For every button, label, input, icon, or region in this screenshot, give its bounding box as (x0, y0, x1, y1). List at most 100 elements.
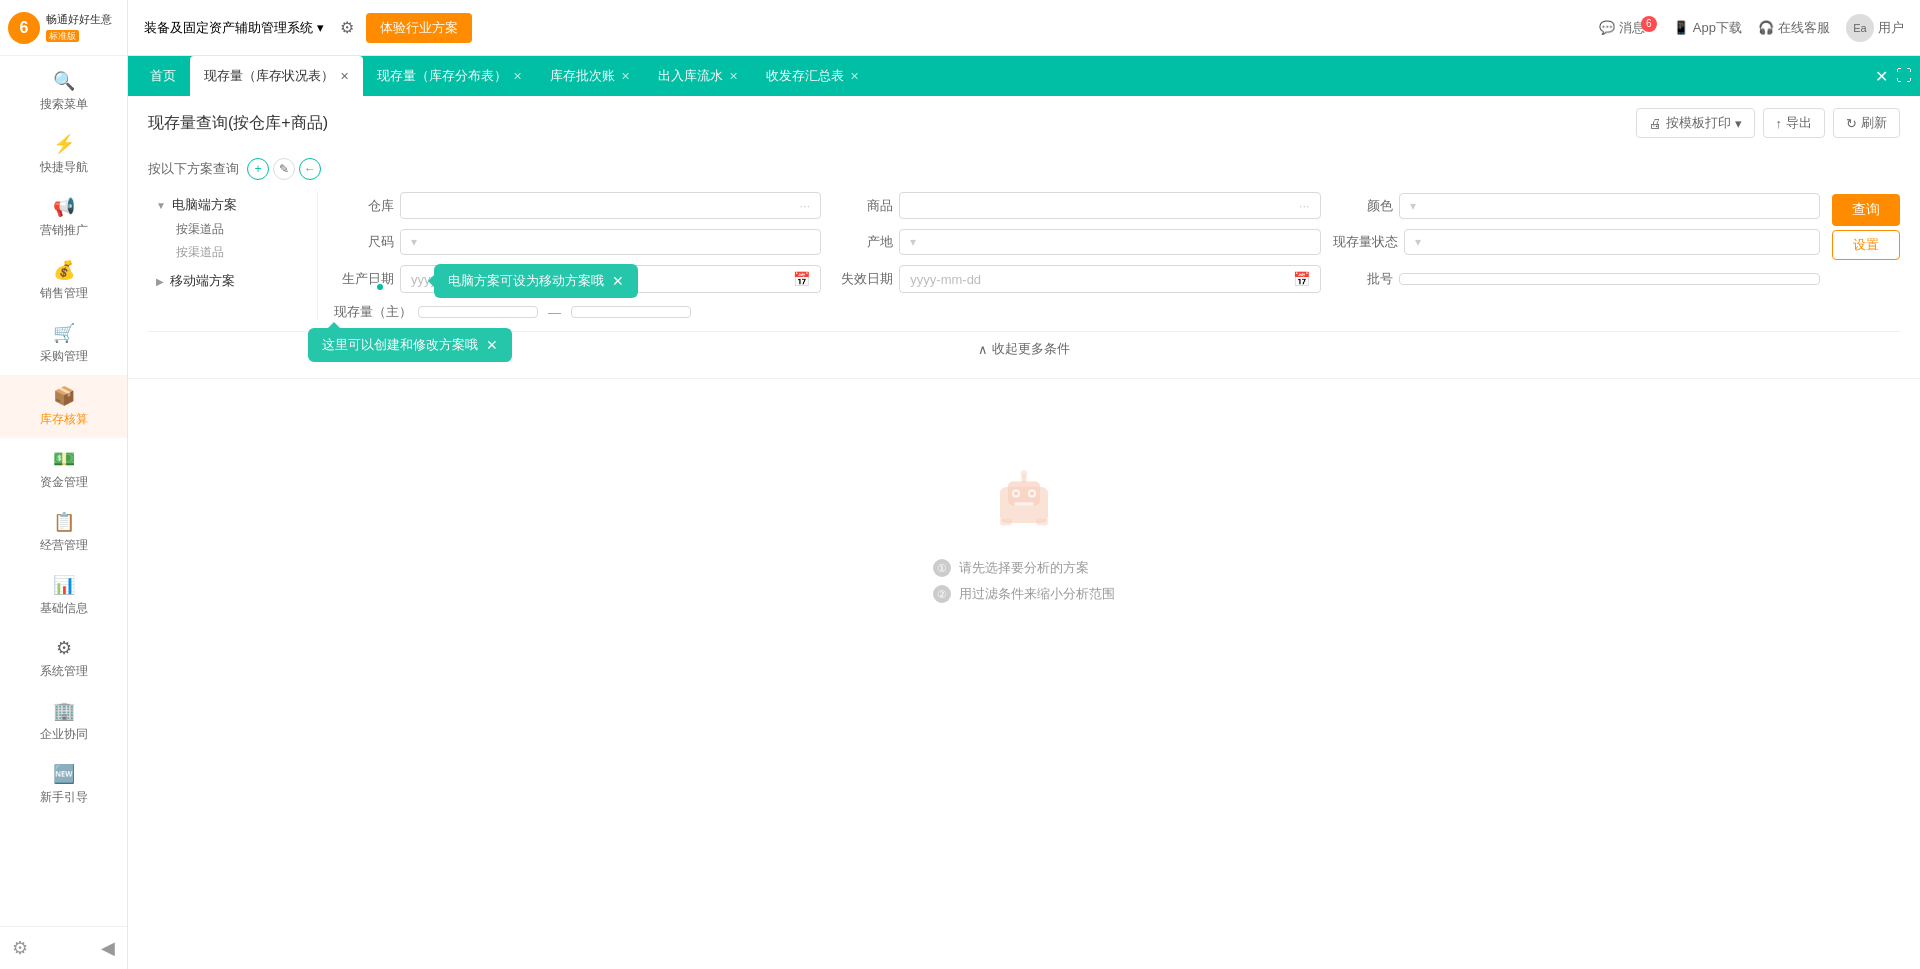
sidebar-item-sales[interactable]: 💰 销售管理 (0, 249, 127, 312)
desktop-scheme-label: 电脑端方案 (172, 196, 237, 214)
inventory-icon: 📦 (53, 385, 75, 407)
print-btn[interactable]: 🖨 按模板打印 ▾ (1636, 108, 1755, 138)
size-select[interactable]: ▾ (400, 229, 821, 255)
tooltip-create-text: 这里可以创建和修改方案哦 (322, 336, 478, 354)
filter-field-batch: 批号 (1333, 270, 1820, 288)
desktop-scheme-header[interactable]: ▼ 电脑端方案 (148, 192, 309, 218)
tab-inventory-dist-close[interactable]: ✕ (513, 70, 522, 83)
filter-header-icons: + ✎ ← (247, 158, 321, 180)
collapse-sidebar-icon[interactable]: ◀ (101, 937, 115, 959)
quick-nav-icon: ⚡ (53, 133, 75, 155)
arrow-left-btn[interactable]: ← (299, 158, 321, 180)
svg-point-10 (1021, 470, 1027, 476)
filter-fields: 仓库 ··· 商品 ··· (334, 192, 1820, 321)
sidebar-item-inventory[interactable]: 📦 库存核算 (0, 375, 127, 438)
tab-expand-icon[interactable]: ⛶ (1896, 67, 1912, 85)
tooltip-create-close[interactable]: ✕ (486, 338, 498, 352)
user-item[interactable]: Ea 用户 (1846, 14, 1904, 42)
scheme-item-channel[interactable]: 按渠道品 (148, 218, 309, 241)
calendar-icon: 📅 (793, 271, 810, 287)
search-icon: 🔍 (53, 70, 75, 92)
sidebar-item-enterprise[interactable]: 🏢 企业协同 (0, 690, 127, 753)
tooltip-pc-close[interactable]: ✕ (612, 274, 624, 288)
phone-icon: 📱 (1673, 20, 1689, 35)
user-initials: Ea (1853, 22, 1866, 34)
origin-select[interactable]: ▾ (899, 229, 1320, 255)
trial-btn[interactable]: 体验行业方案 (366, 13, 472, 43)
sidebar-item-system[interactable]: ⚙ 系统管理 (0, 627, 127, 690)
step-2-num: ② (933, 585, 951, 603)
sidebar-item-marketing[interactable]: 📢 营销推广 (0, 186, 127, 249)
tab-bar: 首页 现存量（库存状况表） ✕ 现存量（库存分布表） ✕ 库存批次账 ✕ 出入库… (128, 56, 1920, 96)
sidebar-bottom: ⚙ ◀ (0, 926, 127, 969)
sidebar-item-guide[interactable]: 🆕 新手引导 (0, 753, 127, 816)
notification-icon: 💬 (1599, 20, 1615, 35)
app-download-item[interactable]: 📱 App下载 (1673, 19, 1742, 37)
tab-collect-summary-close[interactable]: ✕ (850, 70, 859, 83)
set-btn[interactable]: 设置 (1832, 230, 1900, 260)
sidebar-item-basic[interactable]: 📊 基础信息 (0, 564, 127, 627)
scheme-item-partial[interactable]: 按渠道品 (148, 241, 309, 264)
tooltip-pc-text: 电脑方案可设为移动方案哦 (448, 272, 604, 290)
inventory-qty-to[interactable] (571, 306, 691, 318)
empty-step-1: ① 请先选择要分析的方案 (933, 555, 1115, 581)
step-1-num: ① (933, 559, 951, 577)
tab-inout-flow-close[interactable]: ✕ (729, 70, 738, 83)
notification-item[interactable]: 💬 消息 6 (1599, 19, 1657, 37)
expire-date-input[interactable]: yyyy-mm-dd 📅 (899, 265, 1320, 293)
edit-scheme-btn[interactable]: ✎ (273, 158, 295, 180)
filter-field-product: 商品 ··· (833, 192, 1320, 219)
online-support-label: 在线客服 (1778, 19, 1830, 37)
sidebar-item-operation[interactable]: 📋 经营管理 (0, 501, 127, 564)
sidebar-item-quick-nav-label: 快捷导航 (40, 159, 88, 176)
query-buttons: 查询 设置 (1832, 192, 1900, 321)
desktop-scheme-group: ▼ 电脑端方案 按渠道品 按渠道品 (148, 192, 309, 264)
collapse-label: 收起更多条件 (992, 340, 1070, 358)
tab-close-all-icon[interactable]: ✕ (1875, 67, 1888, 86)
online-support-item[interactable]: 🎧 在线客服 (1758, 19, 1830, 37)
tab-batch-ledger[interactable]: 库存批次账 ✕ (536, 56, 644, 96)
tab-collect-summary[interactable]: 收发存汇总表 ✕ (752, 56, 873, 96)
sidebar-item-enterprise-label: 企业协同 (40, 726, 88, 743)
tab-batch-ledger-close[interactable]: ✕ (621, 70, 630, 83)
sidebar-item-quick-nav[interactable]: ⚡ 快捷导航 (0, 123, 127, 186)
tab-inout-flow-label: 出入库流水 (658, 67, 723, 85)
query-btn[interactable]: 查询 (1832, 194, 1900, 226)
warehouse-input[interactable]: ··· (400, 192, 821, 219)
calendar2-icon: 📅 (1293, 271, 1310, 287)
empty-illustration (984, 459, 1064, 539)
origin-label: 产地 (833, 233, 893, 251)
mobile-scheme-header[interactable]: ▶ 移动端方案 (148, 268, 309, 294)
sidebar-item-sales-label: 销售管理 (40, 285, 88, 302)
page-actions: 🖨 按模板打印 ▾ ↑ 导出 ↻ 刷新 (1636, 108, 1901, 138)
svg-rect-8 (1036, 519, 1048, 525)
tab-inventory-dist[interactable]: 现存量（库存分布表） ✕ (363, 56, 536, 96)
inventory-qty-from[interactable] (418, 306, 538, 318)
product-input[interactable]: ··· (899, 192, 1320, 219)
gear-icon[interactable]: ⚙ (340, 18, 354, 37)
export-btn[interactable]: ↑ 导出 (1763, 108, 1826, 138)
tab-inventory-status-close[interactable]: ✕ (340, 70, 349, 83)
sidebar-item-basic-label: 基础信息 (40, 600, 88, 617)
tab-home[interactable]: 首页 (136, 56, 190, 96)
add-scheme-btn[interactable]: + (247, 158, 269, 180)
filter-body: ▼ 电脑端方案 按渠道品 按渠道品 ▶ (148, 192, 1900, 321)
refresh-icon: ↻ (1846, 116, 1857, 131)
svg-rect-7 (1000, 519, 1012, 525)
header-right: 💬 消息 6 📱 App下载 🎧 在线客服 Ea 用户 (1599, 14, 1904, 42)
tab-collect-summary-label: 收发存汇总表 (766, 67, 844, 85)
sidebar-item-search[interactable]: 🔍 搜索菜单 (0, 60, 127, 123)
filter-label: 按以下方案查询 (148, 160, 239, 178)
refresh-btn[interactable]: ↻ 刷新 (1833, 108, 1900, 138)
sidebar-item-finance[interactable]: 💵 资金管理 (0, 438, 127, 501)
system-name-dropdown[interactable]: 装备及固定资产辅助管理系统 ▾ (144, 19, 324, 37)
sidebar-item-purchase[interactable]: 🛒 采购管理 (0, 312, 127, 375)
tab-inventory-status[interactable]: 现存量（库存状况表） ✕ (190, 56, 363, 96)
batch-input[interactable] (1399, 273, 1820, 285)
color-select[interactable]: ▾ (1399, 193, 1820, 219)
inventory-status-select[interactable]: ▾ (1404, 229, 1820, 255)
tab-inout-flow[interactable]: 出入库流水 ✕ (644, 56, 752, 96)
tab-batch-ledger-label: 库存批次账 (550, 67, 615, 85)
range-separator: — (544, 305, 565, 320)
settings-bottom-icon[interactable]: ⚙ (12, 937, 28, 959)
